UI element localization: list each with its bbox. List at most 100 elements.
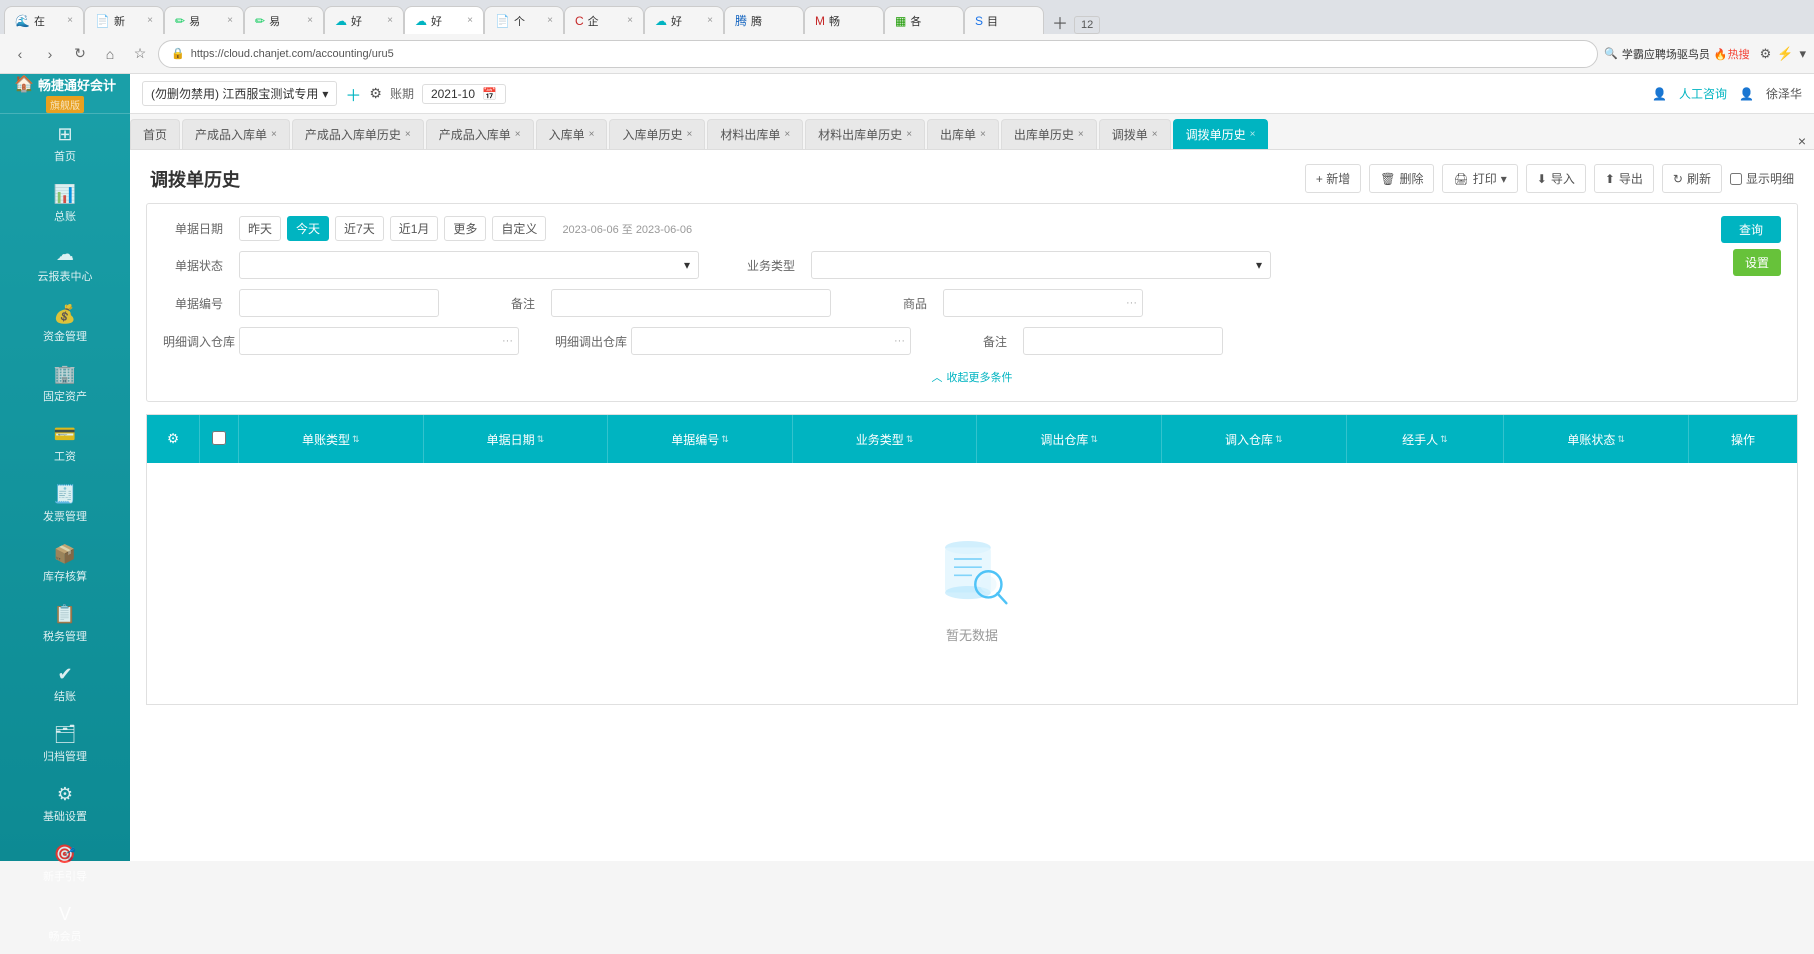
tab-browser-5[interactable]: ☁ 好 × (324, 6, 404, 34)
tab-browser-4[interactable]: ✏ 易 × (244, 6, 324, 34)
tab-finished-in-history-close[interactable]: × (405, 129, 411, 140)
sort-from-warehouse-icon[interactable]: ⇅ (1090, 434, 1098, 445)
tab-finished-in2[interactable]: 产成品入库单 × (426, 119, 534, 149)
tab-close-9[interactable]: × (707, 15, 713, 26)
refresh-button[interactable]: ↻ 刷新 (1662, 164, 1722, 193)
tab-material-out-history[interactable]: 材料出库单历史 × (805, 119, 925, 149)
sidebar-item-tax[interactable]: 📋 税务管理 (0, 594, 130, 654)
sort-doc-date-icon[interactable]: ⇅ (537, 434, 545, 445)
tab-finished-in[interactable]: 产成品入库单 × (182, 119, 290, 149)
tab-browser-7[interactable]: 📄 个 × (484, 6, 564, 34)
bookmark-button[interactable]: ☆ (128, 42, 152, 66)
select-all-checkbox[interactable] (212, 431, 226, 445)
tab-in-history-close[interactable]: × (686, 129, 692, 140)
tab-transfer[interactable]: 调拨单 × (1099, 119, 1171, 149)
column-settings-button[interactable]: ⚙ (159, 425, 187, 453)
tab-browser-9[interactable]: ☁ 好 × (644, 6, 724, 34)
sidebar-item-assets[interactable]: 🏢 固定资产 (0, 354, 130, 414)
from-warehouse-more-icon[interactable]: ··· (502, 335, 513, 347)
tab-browser-3[interactable]: ✏ 易 × (164, 6, 244, 34)
dropdown-icon[interactable]: ▾ (1799, 46, 1806, 62)
tab-close-7[interactable]: × (547, 15, 553, 26)
company-selector[interactable]: (勿删勿禁用) 江西服宝测试专用 ▾ (142, 81, 337, 106)
help-label[interactable]: 人工咨询 (1679, 85, 1727, 102)
sidebar-item-inventory[interactable]: 📦 库存核算 (0, 534, 130, 594)
tab-finished-in2-close[interactable]: × (515, 129, 521, 140)
tab-close-1[interactable]: × (67, 15, 73, 26)
date-more[interactable]: 更多 (444, 216, 486, 241)
setting-button[interactable]: 设置 (1733, 249, 1781, 276)
export-button[interactable]: ⬆ 导出 (1594, 164, 1654, 193)
date-7days[interactable]: 近7天 (335, 216, 384, 241)
date-1month[interactable]: 近1月 (390, 216, 439, 241)
lightning-icon[interactable]: ⚡ (1777, 46, 1793, 62)
tab-count-badge[interactable]: 12 (1074, 16, 1100, 34)
collapse-button[interactable]: ︿ 收起更多条件 (932, 369, 1013, 385)
new-tab-button[interactable]: ＋ (1052, 10, 1068, 34)
tab-out-history[interactable]: 出库单历史 × (1001, 119, 1097, 149)
product-input[interactable] (943, 289, 1143, 317)
date-yesterday[interactable]: 昨天 (239, 216, 281, 241)
tab-out-close[interactable]: × (980, 129, 986, 140)
sidebar-item-salary[interactable]: 💳 工资 (0, 414, 130, 474)
note-filter-input[interactable] (1023, 327, 1223, 355)
add-company-button[interactable]: ＋ (345, 82, 361, 106)
sidebar-item-close[interactable]: ✔ 结账 (0, 654, 130, 714)
tab-finished-in-history[interactable]: 产成品入库单历史 × (292, 119, 424, 149)
home-button[interactable]: ⌂ (98, 42, 122, 66)
query-button[interactable]: 查询 (1721, 216, 1781, 243)
sidebar-item-funds[interactable]: 💰 资金管理 (0, 294, 130, 354)
tab-transfer-history[interactable]: 调拨单历史 × (1173, 119, 1269, 149)
sidebar-item-reports[interactable]: ☁ 云报表中心 (0, 234, 130, 294)
tab-close-4[interactable]: × (307, 15, 313, 26)
tab-browser-12[interactable]: ▦ 各 (884, 6, 964, 34)
tab-transfer-close[interactable]: × (1152, 129, 1158, 140)
tab-material-out-history-close[interactable]: × (906, 129, 912, 140)
address-bar[interactable]: 🔒 https://cloud.chanjet.com/accounting/u… (158, 40, 1598, 68)
tab-close-active[interactable]: × (467, 15, 473, 26)
sidebar-item-ledger[interactable]: 📊 总账 (0, 174, 130, 234)
to-warehouse-input[interactable] (631, 327, 911, 355)
tab-in[interactable]: 入库单 × (536, 119, 608, 149)
tab-close-3[interactable]: × (227, 15, 233, 26)
remark-input[interactable] (551, 289, 831, 317)
sidebar-item-archive[interactable]: 🗂 归档管理 (0, 714, 130, 774)
print-button[interactable]: 🖨 打印 ▾ (1442, 164, 1517, 193)
sort-doc-status-icon[interactable]: ⇅ (1617, 434, 1625, 445)
new-button[interactable]: + 新增 (1305, 164, 1361, 193)
business-type-select[interactable]: ▾ (811, 251, 1271, 279)
tab-browser-2[interactable]: 📄 新 × (84, 6, 164, 34)
tab-in-history[interactable]: 入库单历史 × (609, 119, 705, 149)
tab-out[interactable]: 出库单 × (927, 119, 999, 149)
refresh-browser-button[interactable]: ↻ (68, 42, 92, 66)
tab-finished-in-close[interactable]: × (271, 129, 277, 140)
tab-close-5[interactable]: × (387, 15, 393, 26)
tab-material-out-close[interactable]: × (784, 129, 790, 140)
sidebar-item-guide[interactable]: 🎯 新手引导 (0, 834, 130, 894)
product-more-icon[interactable]: ··· (1126, 297, 1137, 309)
gear-top-icon[interactable]: ⚙ (369, 85, 382, 102)
period-value[interactable]: 2021-10 📅 (422, 84, 506, 104)
tab-browser-8[interactable]: C 企 × (564, 6, 644, 34)
tab-in-close[interactable]: × (589, 129, 595, 140)
sidebar-item-invoice[interactable]: 🧾 发票管理 (0, 474, 130, 534)
sort-doc-type-icon[interactable]: ⇅ (352, 434, 360, 445)
sort-biz-type-icon[interactable]: ⇅ (906, 434, 914, 445)
date-custom[interactable]: 自定义 (492, 216, 546, 241)
tab-close-2[interactable]: × (147, 15, 153, 26)
sidebar-item-home[interactable]: ⊞ 首页 (0, 114, 130, 174)
tab-browser-13[interactable]: S 目 (964, 6, 1044, 34)
sort-doc-num-icon[interactable]: ⇅ (721, 434, 729, 445)
sidebar-item-settings[interactable]: ⚙ 基础设置 (0, 774, 130, 834)
display-toggle-checkbox[interactable] (1730, 173, 1742, 185)
status-select[interactable]: ▾ (239, 251, 699, 279)
sidebar-item-vip[interactable]: V 畅会员 (0, 894, 130, 954)
import-button[interactable]: ⬇ 导入 (1526, 164, 1586, 193)
sort-to-warehouse-icon[interactable]: ⇅ (1275, 434, 1283, 445)
close-all-tabs-icon[interactable]: × (1790, 133, 1814, 149)
tab-browser-11[interactable]: M 畅 (804, 6, 884, 34)
to-warehouse-more-icon[interactable]: ··· (894, 335, 905, 347)
forward-button[interactable]: › (38, 42, 62, 66)
back-button[interactable]: ‹ (8, 42, 32, 66)
from-warehouse-input[interactable] (239, 327, 519, 355)
